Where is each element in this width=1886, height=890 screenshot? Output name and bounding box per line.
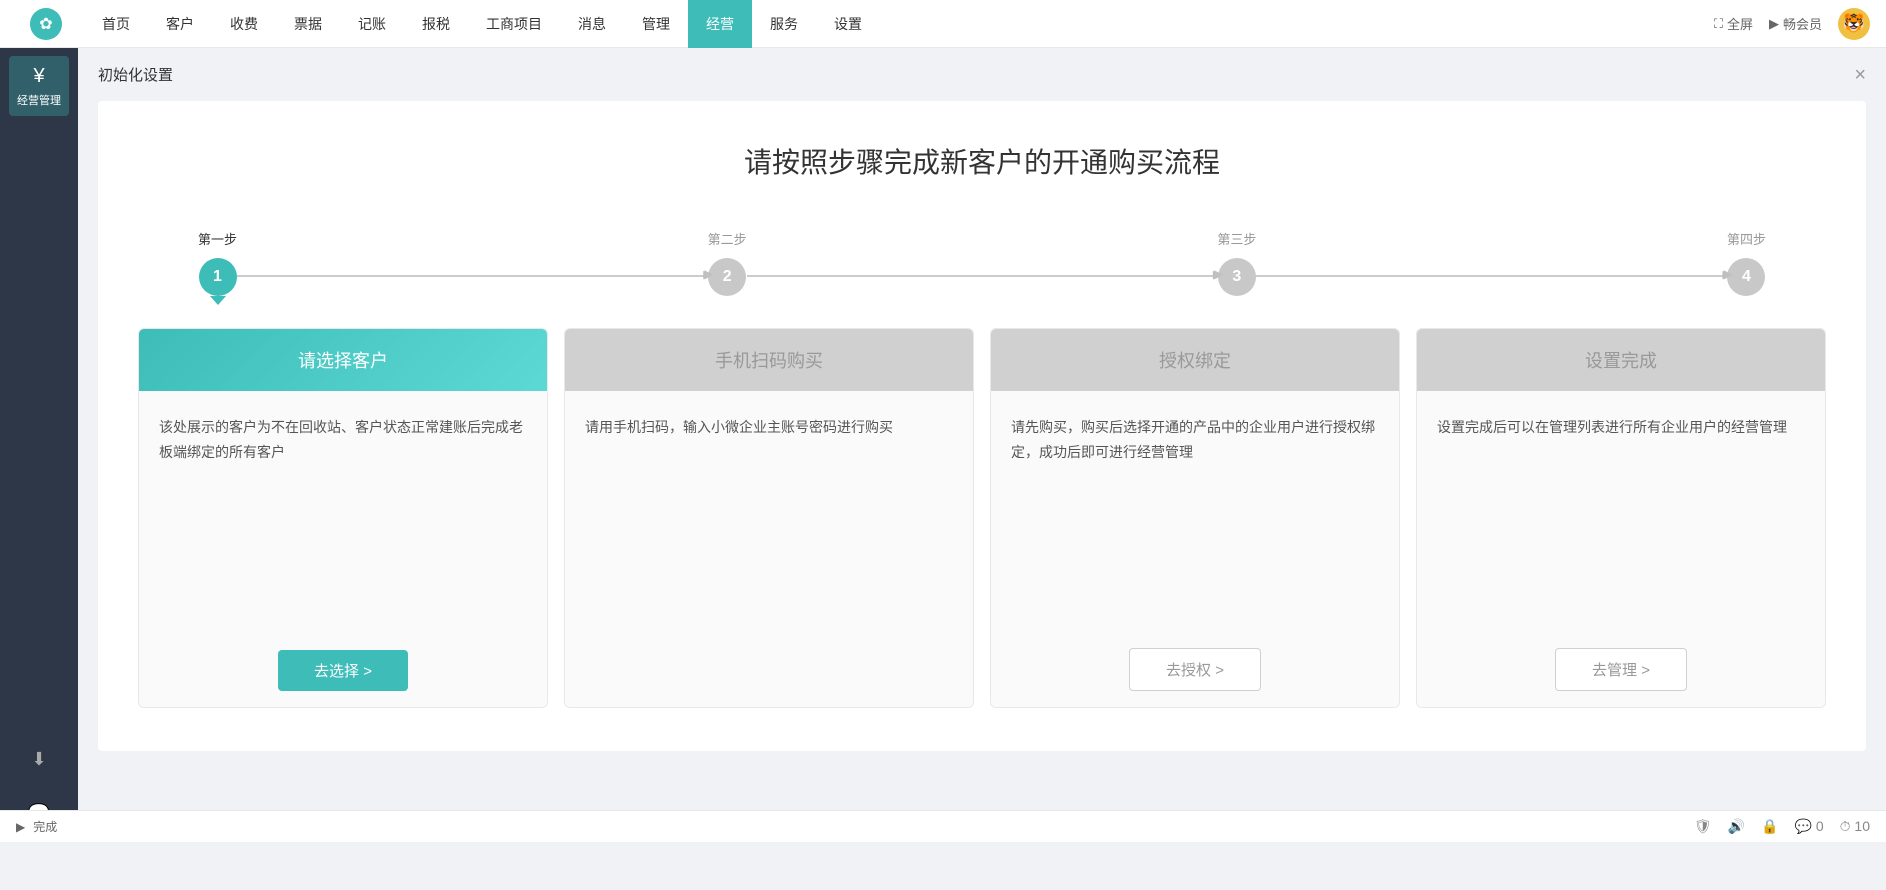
step-card-body-1: 该处展示的客户为不在回收站、客户状态正常建账后完成老板端绑定的所有客户: [139, 391, 547, 634]
step-card-header-4: 设置完成: [1417, 329, 1825, 391]
step-connector-3: ▶: [1256, 275, 1727, 277]
sound-status-icon[interactable]: 🔊: [1728, 818, 1745, 835]
step-label-4: 第四步: [1727, 229, 1766, 248]
step-cards: 请选择客户该处展示的客户为不在回收站、客户状态正常建账后完成老板端绑定的所有客户…: [138, 328, 1826, 708]
step-circle-3: 3: [1218, 258, 1256, 296]
sidebar: ¥ 经营管理 ⬇ 💬: [0, 48, 78, 842]
steps-indicator: 第一步1▶第二步2▶第三步3▶第四步4: [138, 229, 1826, 296]
main-content: 初始化设置 × 请按照步骤完成新客户的开通购买流程 第一步1▶第二步2▶第三步3…: [78, 48, 1886, 810]
content-card: 请按照步骤完成新客户的开通购买流程 第一步1▶第二步2▶第三步3▶第四步4 请选…: [98, 101, 1866, 751]
step-action-btn-3[interactable]: 去授权 >: [1129, 648, 1261, 691]
fullscreen-icon: ⛶: [1714, 16, 1723, 32]
step-card-footer-1: 去选择 >: [139, 634, 547, 707]
fullscreen-btn[interactable]: ⛶ 全屏: [1714, 14, 1753, 33]
nav-right: ⛶ 全屏 ▶ 畅会员 🐯: [1714, 8, 1870, 40]
step-label-3: 第三步: [1217, 229, 1256, 248]
step-card-header-1: 请选择客户: [139, 329, 547, 391]
step-label-2: 第二步: [708, 229, 747, 248]
status-bar-right: 🛡 🔊 🔒 💬 0 ⏱ 10: [1694, 818, 1870, 835]
step-1: 第一步 1: [198, 229, 237, 296]
step-action-btn-4[interactable]: 去管理 >: [1555, 648, 1687, 691]
nav-item-消息[interactable]: 消息: [560, 0, 624, 48]
nav-item-设置[interactable]: 设置: [816, 0, 880, 48]
nav-items: 首页客户收费票据记账报税工商项目消息管理经营服务设置: [84, 0, 1714, 48]
logo-icon: ✿: [30, 8, 62, 40]
step-label-1: 第一步: [198, 229, 237, 248]
step-connector-2: ▶: [747, 275, 1218, 277]
shield-status-icon[interactable]: 🛡: [1694, 818, 1712, 835]
step-card-body-4: 设置完成后可以在管理列表进行所有企业用户的经营管理: [1417, 391, 1825, 632]
nav-item-经营[interactable]: 经营: [688, 0, 752, 48]
page-header: 初始化设置 ×: [98, 64, 1866, 85]
step-card-1: 请选择客户该处展示的客户为不在回收站、客户状态正常建账后完成老板端绑定的所有客户…: [138, 328, 548, 708]
nav-item-服务[interactable]: 服务: [752, 0, 816, 48]
step-connector-1: ▶: [237, 275, 708, 277]
card-title: 请按照步骤完成新客户的开通购买流程: [138, 141, 1826, 181]
top-navigation: ✿ 首页客户收费票据记账报税工商项目消息管理经营服务设置 ⛶ 全屏 ▶ 畅会员 …: [0, 0, 1886, 48]
step-card-body-2: 请用手机扫码，输入小微企业主账号密码进行购买: [565, 391, 973, 675]
step-card-footer-3: 去授权 >: [991, 632, 1399, 707]
nav-item-管理[interactable]: 管理: [624, 0, 688, 48]
status-bar: ▶ 完成 🛡 🔊 🔒 💬 0 ⏱ 10: [0, 810, 1886, 842]
step-card-footer-2: [565, 675, 973, 707]
lock-status-icon[interactable]: 🔒: [1761, 818, 1778, 835]
nav-item-记账[interactable]: 记账: [340, 0, 404, 48]
nav-item-票据[interactable]: 票据: [276, 0, 340, 48]
message-count: 💬 0: [1795, 818, 1824, 835]
time-display: ⏱ 10: [1840, 818, 1870, 835]
page-title: 初始化设置: [98, 64, 173, 85]
step-card-header-2: 手机扫码购买: [565, 329, 973, 391]
logo: ✿: [16, 8, 76, 40]
close-button[interactable]: ×: [1854, 65, 1866, 85]
play-icon: ▶: [1769, 16, 1779, 32]
sidebar-download-icon[interactable]: ⬇: [9, 734, 69, 784]
member-btn[interactable]: ▶ 畅会员: [1769, 14, 1822, 33]
step-card-header-3: 授权绑定: [991, 329, 1399, 391]
step-circle-1: 1: [199, 258, 237, 296]
step-3: 第三步 3: [1217, 229, 1256, 296]
step-2: 第二步2: [708, 229, 747, 296]
nav-item-报税[interactable]: 报税: [404, 0, 468, 48]
step-card-2: 手机扫码购买请用手机扫码，输入小微企业主账号密码进行购买: [564, 328, 974, 708]
nav-item-首页[interactable]: 首页: [84, 0, 148, 48]
step-card-footer-4: 去管理 >: [1417, 632, 1825, 707]
nav-item-客户[interactable]: 客户: [148, 0, 212, 48]
step-card-4: 设置完成设置完成后可以在管理列表进行所有企业用户的经营管理去管理 >: [1416, 328, 1826, 708]
step-card-3: 授权绑定请先购买，购买后选择开通的产品中的企业用户进行授权绑定，成功后即可进行经…: [990, 328, 1400, 708]
nav-item-收费[interactable]: 收费: [212, 0, 276, 48]
step-action-btn-1[interactable]: 去选择 >: [278, 650, 408, 691]
nav-item-工商项目[interactable]: 工商项目: [468, 0, 560, 48]
status-text: 完成: [33, 818, 57, 835]
avatar[interactable]: 🐯: [1838, 8, 1870, 40]
sidebar-item-management[interactable]: ¥ 经营管理: [9, 56, 69, 116]
step-circle-4: 4: [1727, 258, 1765, 296]
play-status-icon: ▶: [16, 820, 25, 834]
step-4: 第四步 4: [1727, 229, 1766, 296]
step-card-body-3: 请先购买，购买后选择开通的产品中的企业用户进行授权绑定，成功后即可进行经营管理: [991, 391, 1399, 632]
yuan-icon: ¥: [33, 65, 44, 88]
